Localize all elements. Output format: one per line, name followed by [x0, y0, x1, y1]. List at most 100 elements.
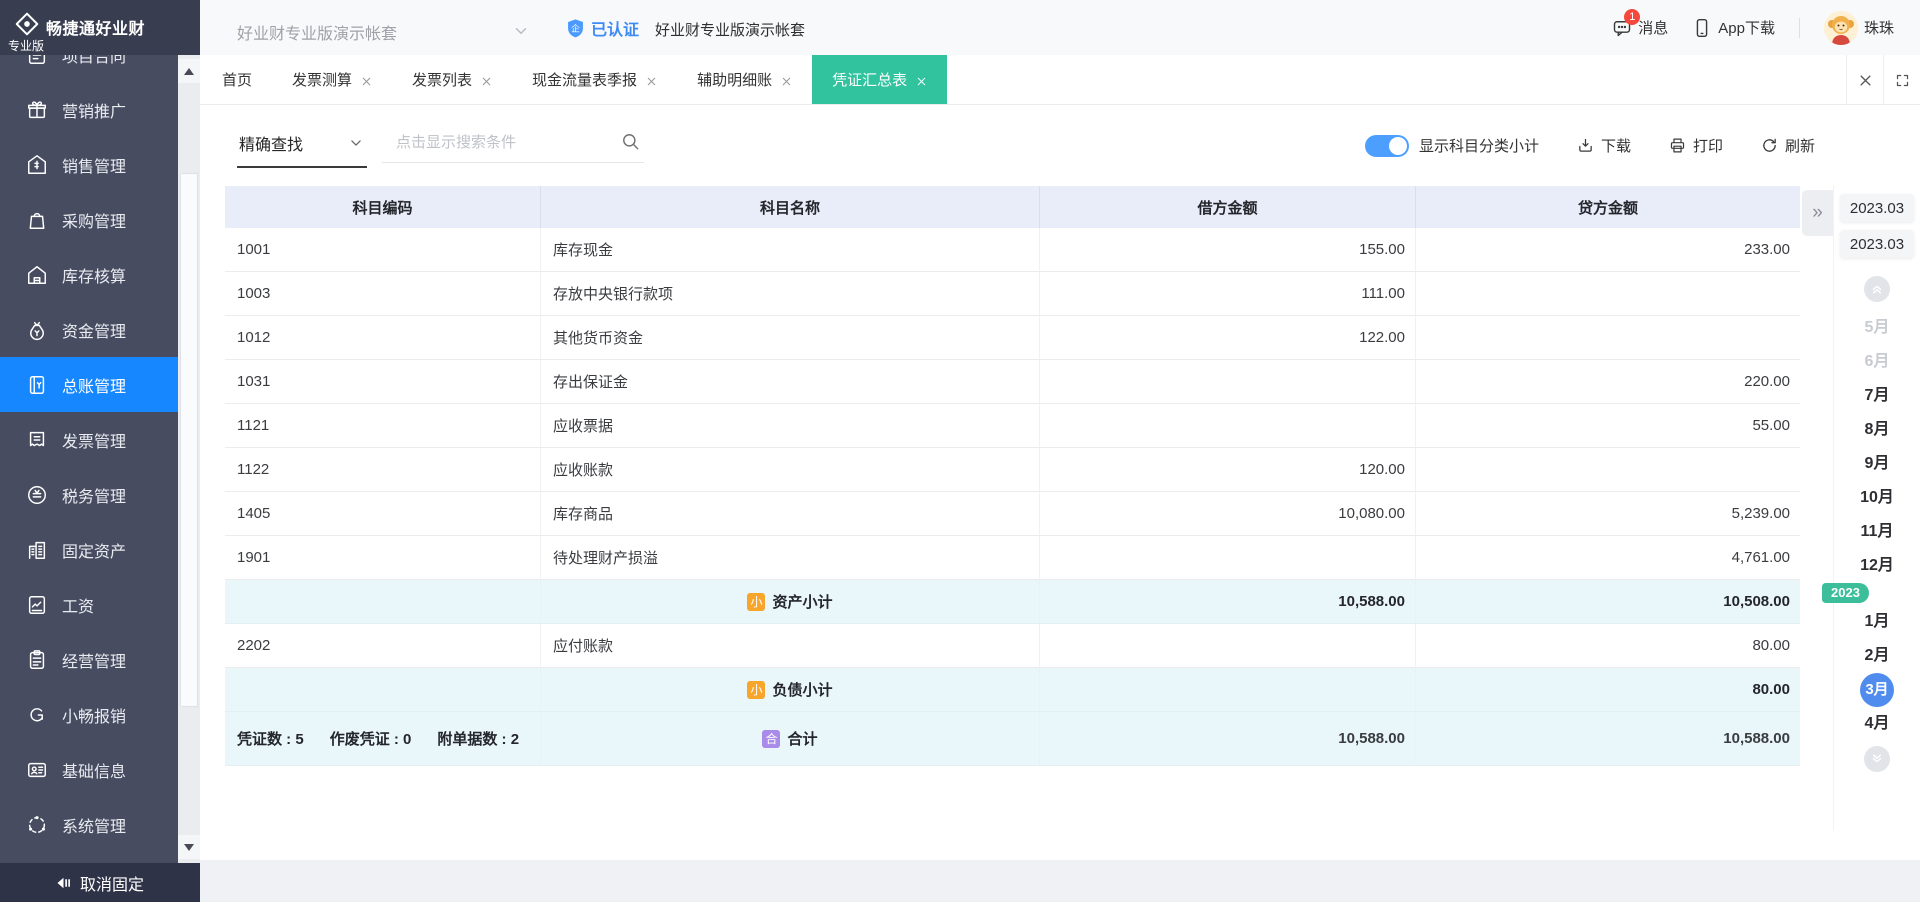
sidebar-item-7[interactable]: 发票管理: [0, 412, 178, 467]
messages-button[interactable]: 消息 1: [1612, 9, 1668, 38]
sidebar-item-6[interactable]: 总账管理: [0, 357, 178, 412]
search-input[interactable]: 点击显示搜索条件: [382, 131, 644, 163]
cell-credit: 220.00: [1744, 373, 1790, 390]
tabs-list: 首页 发票测算 发票列表 现金流量表季报 辅助明细账 凭证汇总表: [202, 55, 948, 104]
sidebar-item-10[interactable]: 工资: [0, 577, 178, 632]
column-header-credit[interactable]: 贷方金额: [1416, 186, 1800, 228]
period-from-box[interactable]: 2023.03: [1840, 194, 1914, 222]
print-button[interactable]: 打印: [1669, 135, 1723, 156]
sidebar-item-3[interactable]: 采购管理: [0, 192, 178, 247]
table-row[interactable]: 1031 存出保证金 220.00: [225, 360, 1800, 404]
table-row[interactable]: 1901 待处理财产损溢 4,761.00: [225, 536, 1800, 580]
table-row[interactable]: 1003 存放中央银行款项 111.00: [225, 272, 1800, 316]
sidebar-item-4[interactable]: 库存核算: [0, 247, 178, 302]
sidebar-scrollbar[interactable]: [178, 55, 200, 863]
table-row[interactable]: 2202 应付账款 80.00: [225, 624, 1800, 668]
contract-icon: [26, 55, 48, 66]
month-item-7月[interactable]: 7月: [1834, 379, 1920, 413]
tab-close-icon[interactable]: [481, 74, 492, 86]
unpin-sidebar-button[interactable]: 取消固定: [0, 863, 200, 902]
brand-logo-icon: [14, 11, 40, 37]
sidebar-item-8[interactable]: 税务管理: [0, 467, 178, 522]
cell-debit: [1040, 536, 1416, 579]
sidebar: 项目合同营销推广 销售管理 采购管理 库存核算 资金管理 总账管理 发票管理 税务管理固定资产…: [0, 55, 178, 902]
account-dropdown[interactable]: 好业财专业版演示帐套: [225, 8, 540, 58]
sidebar-item-label: 固定资产: [62, 543, 127, 561]
table-row[interactable]: 1001 库存现金 155.00 233.00: [225, 228, 1800, 272]
month-item-11月[interactable]: 11月: [1834, 515, 1920, 549]
sidebar-item-12[interactable]: 小畅报销: [0, 687, 178, 742]
search-mode-value: 精确查找: [239, 137, 304, 154]
cell-code: 1001: [225, 228, 541, 271]
search-placeholder: 点击显示搜索条件: [396, 134, 517, 151]
tab-2[interactable]: 发票列表: [392, 55, 512, 104]
tab-0[interactable]: 首页: [202, 55, 272, 104]
tab-close-icon[interactable]: [916, 74, 927, 86]
sidebar-item-13[interactable]: 基础信息: [0, 742, 178, 797]
tab-3[interactable]: 现金流量表季报: [512, 55, 677, 104]
close-tab-button[interactable]: [1846, 55, 1883, 105]
column-header-code[interactable]: 科目编码: [225, 186, 541, 228]
table-row[interactable]: 1121 应收票据 55.00: [225, 404, 1800, 448]
sidebar-item-0[interactable]: 项目合同: [0, 55, 178, 82]
close-icon: [1860, 75, 1870, 85]
month-item-3月[interactable]: 3月: [1834, 673, 1920, 707]
tab-4[interactable]: 辅助明细账: [677, 55, 812, 104]
tab-label: 凭证汇总表: [832, 72, 908, 89]
chevron-down-icon: [351, 140, 361, 146]
cell-name: 库存商品: [541, 492, 1040, 535]
period-to-box[interactable]: 2023.03: [1840, 230, 1914, 258]
scrollbar-thumb[interactable]: [180, 173, 198, 707]
month-item-2月[interactable]: 2月: [1834, 639, 1920, 673]
months-scroll-down-button[interactable]: [1864, 746, 1890, 772]
table-row[interactable]: 1122 应收账款 120.00: [225, 448, 1800, 492]
months-scroll-up-button[interactable]: [1864, 276, 1890, 302]
column-header-debit[interactable]: 借方金额: [1040, 186, 1416, 228]
cell-code: 1012: [225, 316, 541, 359]
user-name: 珠珠: [1863, 20, 1894, 37]
sidebar-item-11[interactable]: 经营管理: [0, 632, 178, 687]
sidebar-item-label: 项目合同: [62, 55, 127, 66]
toggle-switch[interactable]: [1364, 134, 1409, 157]
collapse-period-panel-button[interactable]: »: [1802, 190, 1833, 236]
subtotal-credit: 80.00: [1752, 681, 1790, 698]
month-item-6月[interactable]: 6月: [1834, 345, 1920, 379]
scroll-down-arrow[interactable]: [178, 835, 200, 859]
cell-name: 待处理财产损溢: [541, 536, 1040, 579]
download-button[interactable]: 下载: [1577, 135, 1631, 156]
month-item-1月[interactable]: 1月: [1834, 605, 1920, 639]
print-icon: [1670, 138, 1685, 153]
table-row[interactable]: 1405 库存商品 10,080.00 5,239.00: [225, 492, 1800, 536]
tab-1[interactable]: 发票测算: [272, 55, 392, 104]
table-row[interactable]: 1012 其他货币资金 122.00: [225, 316, 1800, 360]
month-item-8月[interactable]: 8月: [1834, 413, 1920, 447]
tab-close-icon[interactable]: [646, 74, 657, 86]
sidebar-item-5[interactable]: 资金管理: [0, 302, 178, 357]
month-item-12月[interactable]: 12月: [1834, 549, 1920, 583]
search-mode-select[interactable]: 精确查找: [237, 131, 367, 168]
sidebar-item-14[interactable]: 系统管理: [0, 797, 178, 852]
scroll-up-arrow[interactable]: [178, 59, 200, 83]
fullscreen-button[interactable]: [1883, 55, 1920, 105]
subtotal-row[interactable]: 小资产小计 10,588.00 10,508.00: [225, 580, 1800, 624]
sidebar-item-1[interactable]: 营销推广: [0, 82, 178, 137]
payroll-icon: [26, 594, 48, 616]
user-menu[interactable]: 珠珠: [1823, 10, 1894, 45]
refresh-button[interactable]: 刷新: [1761, 135, 1815, 156]
sidebar-item-2[interactable]: 销售管理: [0, 137, 178, 192]
cell-name: 库存现金: [541, 228, 1040, 271]
subtotal-toggle[interactable]: 显示科目分类小计: [1364, 134, 1539, 157]
tab-5[interactable]: 凭证汇总表: [812, 55, 948, 104]
month-item-9月[interactable]: 9月: [1834, 447, 1920, 481]
column-header-name[interactable]: 科目名称: [541, 186, 1040, 228]
month-item-4月[interactable]: 4月: [1834, 707, 1920, 741]
subtotal-row[interactable]: 小负债小计 80.00: [225, 668, 1800, 712]
period-panel: 2023.03 2023.03 5月 6月 7月 8月 9月 10月 11月 12月 2023 1…: [1822, 186, 1920, 831]
month-item-5月[interactable]: 5月: [1834, 311, 1920, 345]
app-download-button[interactable]: App下载: [1692, 17, 1775, 38]
brand-edition: 专业版: [8, 39, 45, 53]
sidebar-item-9[interactable]: 固定资产: [0, 522, 178, 577]
tab-close-icon[interactable]: [781, 74, 792, 86]
tab-close-icon[interactable]: [361, 74, 372, 86]
month-item-10月[interactable]: 10月: [1834, 481, 1920, 515]
